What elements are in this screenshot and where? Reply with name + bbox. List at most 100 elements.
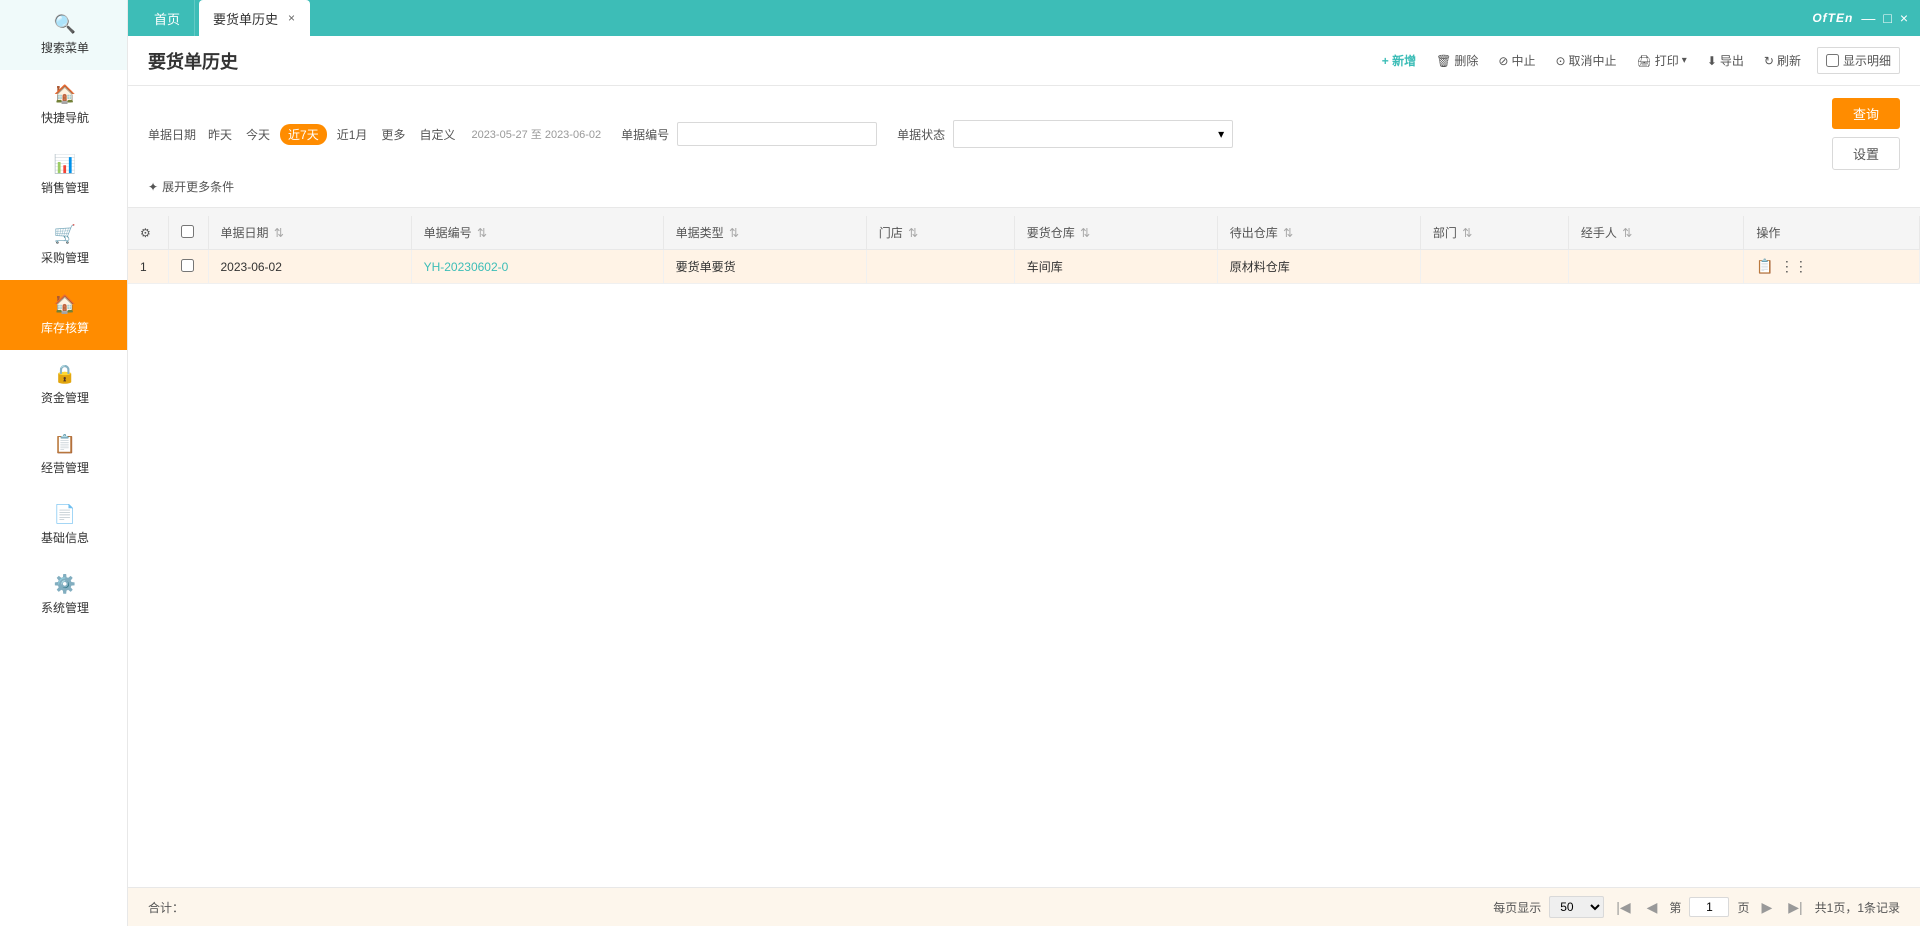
date-filter-label: 单据日期 (148, 126, 196, 143)
col-header-action: 操作 (1744, 216, 1920, 250)
doc-no-input[interactable] (677, 122, 877, 146)
delete-icon: 🗑 (1436, 54, 1451, 68)
delete-button[interactable]: 🗑 删除 (1432, 52, 1482, 69)
status-select[interactable]: ▾ (953, 120, 1233, 148)
col-header-handler: 经手人 ⇅ (1568, 216, 1744, 250)
filter-row-1: 单据日期 昨天 今天 近7天 近1月 更多 自定义 2023-05-27 至 2… (148, 98, 1900, 170)
date-btn-7days[interactable]: 近7天 (280, 124, 327, 145)
sidebar-item-quick-nav[interactable]: 🏠 快捷导航 (0, 70, 127, 140)
sidebar: 🔍 搜索菜单 🏠 快捷导航 📊 销售管理 🛒 采购管理 🏠 库存核算 🔒 资金管… (0, 0, 128, 926)
quick-nav-icon: 🏠 (54, 84, 76, 105)
search-menu-icon: 🔍 (54, 14, 76, 35)
next-page-btn[interactable]: ▶ (1757, 897, 1776, 918)
row-action-container: 📋 ⋮⋮ (1756, 258, 1907, 275)
window-close-icon[interactable]: × (1900, 10, 1908, 26)
page-header: 要货单历史 + 新增 🗑 删除 ⊘ 中止 ⊙ 取消中止 🖨 (128, 36, 1920, 86)
date-btn-today[interactable]: 今天 (242, 124, 274, 145)
sidebar-item-inventory[interactable]: 🏠 库存核算 (0, 280, 127, 350)
table-row[interactable]: 1 2023-06-02 YH-20230602-0 要货单要货 车间库 原材料… (128, 250, 1920, 284)
sys-mgmt-icon: ⚙️ (54, 574, 76, 595)
table-footer: 合计： 每页显示 20 50 100 200 |◀ ◀ 第 页 ▶ ▶| 共1页… (128, 887, 1920, 926)
sort-doc-type-icon[interactable]: ⇅ (729, 226, 739, 240)
expand-row: ✦ 展开更多条件 (148, 178, 1900, 195)
new-button[interactable]: + 新增 (1378, 52, 1420, 69)
cancel-stop-icon: ⊙ (1555, 54, 1565, 68)
status-dropdown-icon: ▾ (1218, 127, 1224, 141)
prev-page-btn[interactable]: ◀ (1643, 897, 1662, 918)
date-filter: 单据日期 昨天 今天 近7天 近1月 更多 自定义 2023-05-27 至 2… (148, 124, 601, 145)
brand-label: OfTEn (1812, 11, 1853, 25)
date-btn-more[interactable]: 更多 (377, 124, 409, 145)
sidebar-item-purchase-mgmt[interactable]: 🛒 采购管理 (0, 210, 127, 280)
stop-icon: ⊘ (1498, 54, 1508, 68)
page-title: 要货单历史 (148, 48, 238, 74)
row-more-icon[interactable]: ⋮⋮ (1780, 258, 1808, 275)
row-dept (1420, 250, 1568, 284)
close-tab-icon[interactable]: × (288, 11, 295, 25)
sidebar-item-sales-mgmt[interactable]: 📊 销售管理 (0, 140, 127, 210)
sort-req-warehouse-icon[interactable]: ⇅ (1080, 226, 1090, 240)
filter-area: 单据日期 昨天 今天 近7天 近1月 更多 自定义 2023-05-27 至 2… (128, 86, 1920, 208)
refresh-button[interactable]: ↻ 刷新 (1760, 52, 1805, 69)
display-detail-checkbox[interactable] (1826, 54, 1839, 67)
table-area: ⚙ 单据日期 ⇅ 单据编号 ⇅ 单据类型 (128, 216, 1920, 887)
row-doc-no: YH-20230602-0 (411, 250, 663, 284)
purchase-icon: 🛒 (54, 224, 76, 245)
tab-home[interactable]: 首页 (140, 0, 195, 36)
date-shortcuts: 昨天 今天 近7天 近1月 更多 自定义 (204, 124, 459, 145)
col-header-doc-no: 单据编号 ⇅ (411, 216, 663, 250)
date-range-display: 2023-05-27 至 2023-06-02 (471, 126, 601, 142)
row-edit-icon[interactable]: 📋 (1756, 258, 1773, 275)
row-doc-type: 要货单要货 (663, 250, 866, 284)
row-checkbox-input[interactable] (181, 259, 194, 272)
sort-store-icon[interactable]: ⇅ (908, 226, 918, 240)
select-all-checkbox[interactable] (181, 225, 194, 238)
sort-handler-icon[interactable]: ⇅ (1622, 226, 1632, 240)
sidebar-item-sys-mgmt[interactable]: ⚙️ 系统管理 (0, 560, 127, 630)
date-btn-custom[interactable]: 自定义 (415, 124, 459, 145)
page-input[interactable] (1689, 897, 1729, 917)
display-detail-button[interactable]: 显示明细 (1817, 47, 1900, 74)
row-checkbox (168, 250, 208, 284)
col-header-doc-date: 单据日期 ⇅ (208, 216, 411, 250)
action-buttons: 查询 设置 (1832, 98, 1900, 170)
page-summary: 共1页，1条记录 (1815, 899, 1900, 916)
sidebar-item-ops-mgmt[interactable]: 📋 经营管理 (0, 420, 127, 490)
col-header-doc-type: 单据类型 ⇅ (663, 216, 866, 250)
expand-more-btn[interactable]: ✦ 展开更多条件 (148, 178, 1900, 195)
sort-doc-no-icon[interactable]: ⇅ (477, 226, 487, 240)
maximize-icon[interactable]: □ (1883, 10, 1891, 26)
settings-column-icon[interactable]: ⚙ (128, 216, 168, 250)
date-btn-1month[interactable]: 近1月 (333, 124, 372, 145)
sidebar-item-finance-mgmt[interactable]: 🔒 资金管理 (0, 350, 127, 420)
date-btn-yesterday[interactable]: 昨天 (204, 124, 236, 145)
ops-icon: 📋 (54, 434, 76, 455)
col-header-dept: 部门 ⇅ (1420, 216, 1568, 250)
query-button[interactable]: 查询 (1832, 98, 1900, 129)
cancel-stop-button[interactable]: ⊙ 取消中止 (1551, 52, 1620, 69)
sidebar-item-basic-info[interactable]: 📄 基础信息 (0, 490, 127, 560)
sort-dept-icon[interactable]: ⇅ (1462, 226, 1472, 240)
print-button[interactable]: 🖨 打印 ▾ (1633, 52, 1691, 69)
sort-doc-date-icon[interactable]: ⇅ (274, 226, 284, 240)
finance-icon: 🔒 (54, 364, 76, 385)
last-page-btn[interactable]: ▶| (1784, 897, 1806, 918)
col-header-store: 门店 ⇅ (866, 216, 1014, 250)
setting-button[interactable]: 设置 (1832, 137, 1900, 170)
stop-button[interactable]: ⊘ 中止 (1494, 52, 1539, 69)
status-filter: 单据状态 ▾ (897, 120, 1233, 148)
doc-no-link[interactable]: YH-20230602-0 (424, 260, 509, 274)
col-header-req-warehouse: 要货仓库 ⇅ (1014, 216, 1217, 250)
sort-pending-warehouse-icon[interactable]: ⇅ (1283, 226, 1293, 240)
sidebar-item-search-menu[interactable]: 🔍 搜索菜单 (0, 0, 127, 70)
row-doc-date: 2023-06-02 (208, 250, 411, 284)
toolbar: + 新增 🗑 删除 ⊘ 中止 ⊙ 取消中止 🖨 打印 ▾ (1378, 47, 1900, 74)
row-pending-warehouse: 原材料仓库 (1217, 250, 1420, 284)
tab-active[interactable]: 要货单历史 × (199, 0, 310, 36)
refresh-icon: ↻ (1764, 54, 1774, 68)
minimize-icon[interactable]: — (1861, 10, 1875, 26)
print-dropdown-icon[interactable]: ▾ (1682, 55, 1687, 66)
first-page-btn[interactable]: |◀ (1612, 897, 1634, 918)
export-button[interactable]: ⬇ 导出 (1703, 52, 1748, 69)
per-page-select[interactable]: 20 50 100 200 (1549, 896, 1604, 918)
